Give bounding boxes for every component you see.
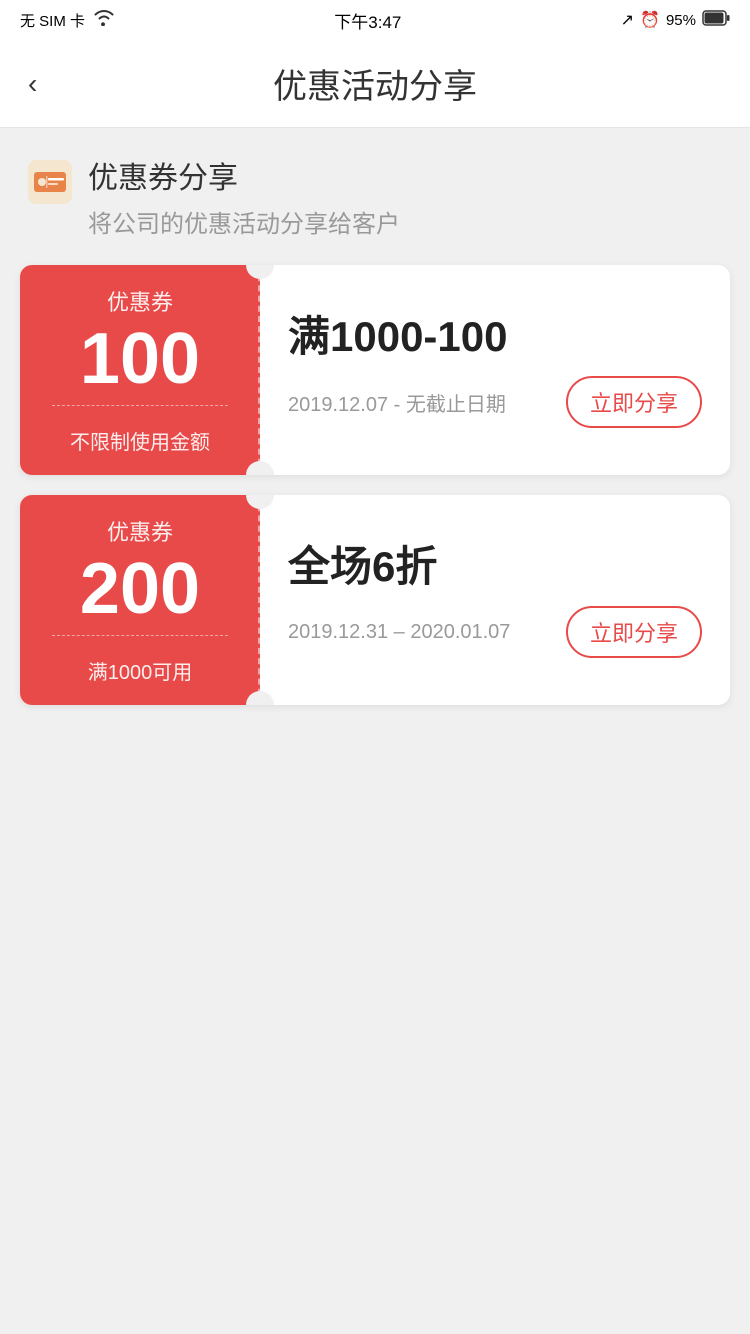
status-right: ↗ ⏰ 95% [621,10,730,30]
coupon-card-2: 优惠券 200 满1000可用 全场6折 2019.12.31 – 2020.0… [20,495,730,705]
coupon-date-2: 2019.12.31 – 2020.01.07 [288,621,510,644]
back-button[interactable]: ‹ [28,68,37,100]
section-title: 优惠券分享 [88,158,400,200]
coupon-separator-1 [258,265,260,475]
coupon-date-1: 2019.12.07 - 无截止日期 [288,388,506,417]
section-text: 优惠券分享 将公司的优惠活动分享给客户 [88,158,400,239]
coupon-right-1: 满1000-100 2019.12.07 - 无截止日期 立即分享 [260,265,730,475]
wifi-icon [93,10,115,30]
coupons-list: 优惠券 100 不限制使用金额 满1000-100 2019.12.07 - 无… [0,255,750,735]
no-sim-label: 无 SIM 卡 [20,10,85,31]
status-time: 下午3:47 [334,8,401,33]
battery-label: 95% [666,12,696,29]
coupon-share-icon [28,160,72,204]
coupon-condition-1: 不限制使用金额 [62,426,218,455]
share-button-2[interactable]: 立即分享 [566,606,702,658]
section-header: 优惠券分享 将公司的优惠活动分享给客户 [0,128,750,255]
coupon-right-2: 全场6折 2019.12.31 – 2020.01.07 立即分享 [260,495,730,705]
coupon-left-2: 优惠券 200 满1000可用 [20,495,260,705]
coupon-meta-1: 2019.12.07 - 无截止日期 立即分享 [288,376,702,428]
bottom-area [0,735,750,1135]
coupon-left-1: 优惠券 100 不限制使用金额 [20,265,260,475]
alarm-icon: ⏰ [640,10,660,30]
nav-bar: ‹ 优惠活动分享 [0,40,750,128]
battery-icon [702,10,730,30]
coupon-card-1: 优惠券 100 不限制使用金额 满1000-100 2019.12.07 - 无… [20,265,730,475]
share-button-1[interactable]: 立即分享 [566,376,702,428]
status-left: 无 SIM 卡 [20,10,115,31]
status-bar: 无 SIM 卡 下午3:47 ↗ ⏰ 95% [0,0,750,40]
coupon-divider-2 [52,635,228,636]
coupon-meta-2: 2019.12.31 – 2020.01.07 立即分享 [288,606,702,658]
coupon-title-1: 满1000-100 [288,312,702,362]
coupon-separator-2 [258,495,260,705]
coupon-title-2: 全场6折 [288,542,702,592]
coupon-divider-1 [52,405,228,406]
location-icon: ↗ [621,10,634,30]
coupon-amount-1: 100 [80,323,200,395]
section-subtitle: 将公司的优惠活动分享给客户 [88,204,400,239]
coupon-label-2: 优惠券 [107,515,173,547]
coupon-label-1: 优惠券 [107,285,173,317]
page-title: 优惠活动分享 [273,59,477,108]
coupon-condition-2: 满1000可用 [80,656,201,685]
coupon-amount-2: 200 [80,553,200,625]
